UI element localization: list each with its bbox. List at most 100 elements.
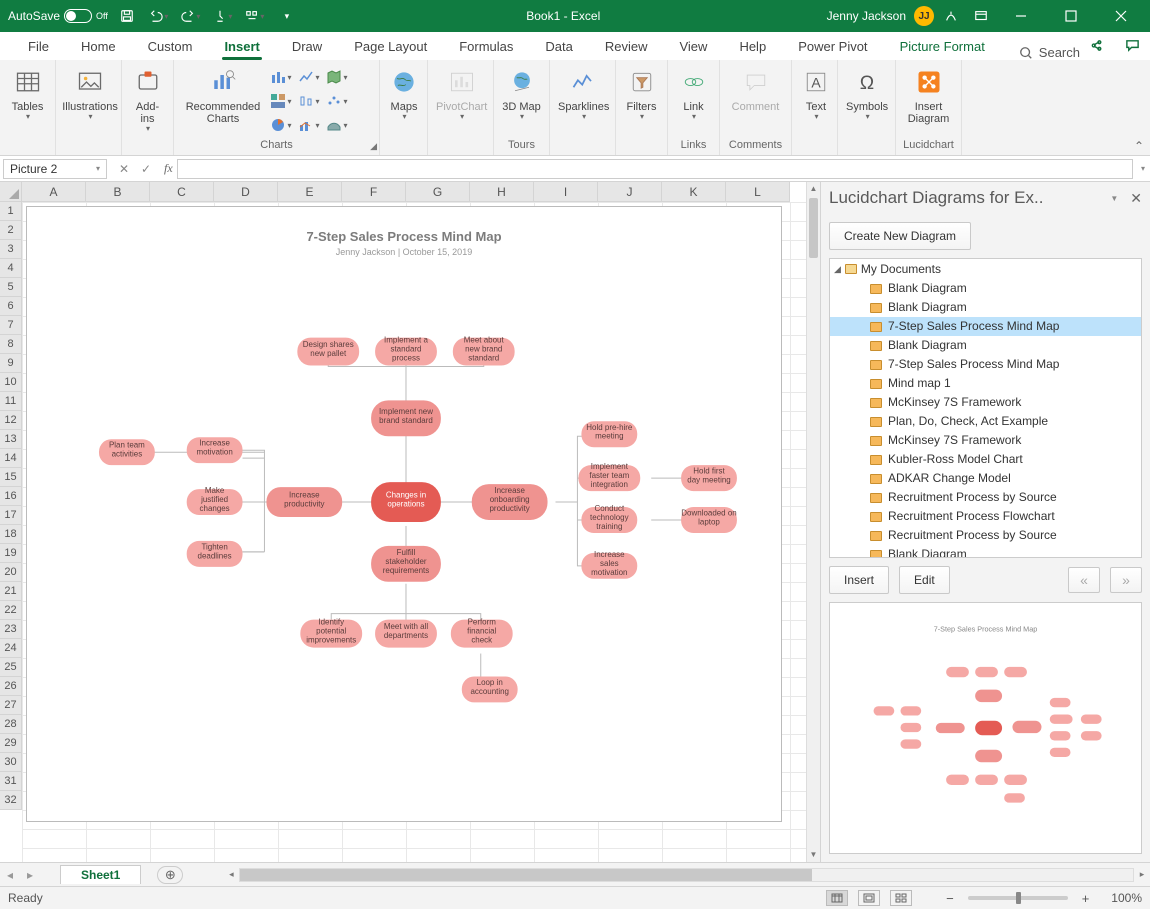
- tree-item[interactable]: Plan, Do, Check, Act Example: [830, 412, 1141, 431]
- row-header[interactable]: 1: [0, 202, 22, 221]
- pager-prev-button[interactable]: «: [1068, 567, 1100, 593]
- row-header[interactable]: 12: [0, 411, 22, 430]
- column-header[interactable]: K: [662, 182, 726, 202]
- tab-view[interactable]: View: [663, 35, 723, 60]
- row-header[interactable]: 27: [0, 696, 22, 715]
- 3dmap-button[interactable]: 3D Map▾: [500, 62, 543, 126]
- chart-stat-icon[interactable]: ▾: [296, 90, 322, 112]
- column-header[interactable]: L: [726, 182, 790, 202]
- search-box[interactable]: Search: [1019, 45, 1080, 60]
- coming-soon-icon[interactable]: [938, 3, 964, 29]
- tree-item[interactable]: 7-Step Sales Process Mind Map: [830, 355, 1141, 374]
- row-header[interactable]: 29: [0, 734, 22, 753]
- pager-next-button[interactable]: »: [1110, 567, 1142, 593]
- tree-item[interactable]: Kubler-Ross Model Chart: [830, 450, 1141, 469]
- tab-formulas[interactable]: Formulas: [443, 35, 529, 60]
- tab-help[interactable]: Help: [723, 35, 782, 60]
- maps-button[interactable]: Maps▾: [386, 62, 422, 126]
- pane-menu-icon[interactable]: ▼: [1110, 194, 1118, 203]
- symbols-button[interactable]: ΩSymbols▾: [844, 62, 890, 126]
- pivotchart-button[interactable]: PivotChart▾: [434, 62, 489, 126]
- row-header[interactable]: 20: [0, 563, 22, 582]
- zoom-in-button[interactable]: +: [1078, 891, 1094, 906]
- tree-item[interactable]: ADKAR Change Model: [830, 469, 1141, 488]
- tab-pictureformat[interactable]: Picture Format: [884, 35, 1001, 60]
- ribbon-collapse-icon[interactable]: ⌃: [1134, 139, 1144, 153]
- row-header[interactable]: 24: [0, 639, 22, 658]
- row-header[interactable]: 5: [0, 278, 22, 297]
- hscroll-right-icon[interactable]: ▸: [1134, 869, 1150, 880]
- document-tree[interactable]: ◢My Documents Blank DiagramBlank Diagram…: [829, 258, 1142, 558]
- comments-button[interactable]: [1115, 34, 1150, 60]
- addins-button[interactable]: Add-ins▾: [128, 62, 167, 138]
- lucid-insertdiagram-button[interactable]: Insert Diagram: [902, 62, 955, 129]
- row-header[interactable]: 11: [0, 392, 22, 411]
- formula-expand-icon[interactable]: ▾: [1136, 164, 1150, 173]
- view-pagebreak-icon[interactable]: [890, 890, 912, 906]
- tree-item[interactable]: 7-Step Sales Process Mind Map: [830, 317, 1141, 336]
- tab-review[interactable]: Review: [589, 35, 664, 60]
- maximize-button[interactable]: [1048, 0, 1094, 32]
- chart-scatter-icon[interactable]: ▾: [324, 90, 350, 112]
- view-pagelayout-icon[interactable]: [858, 890, 880, 906]
- column-header[interactable]: F: [342, 182, 406, 202]
- row-header[interactable]: 15: [0, 468, 22, 487]
- row-header[interactable]: 3: [0, 240, 22, 259]
- share-button[interactable]: [1080, 34, 1115, 60]
- ribbon-display-icon[interactable]: [968, 3, 994, 29]
- row-header[interactable]: 26: [0, 677, 22, 696]
- row-header[interactable]: 2: [0, 221, 22, 240]
- formula-input[interactable]: [177, 159, 1133, 179]
- text-button[interactable]: AText▾: [798, 62, 834, 126]
- chart-col2d-icon[interactable]: ▾: [268, 66, 294, 88]
- pane-close-icon[interactable]: ✕: [1130, 190, 1142, 207]
- tree-item[interactable]: Mind map 1: [830, 374, 1141, 393]
- row-header[interactable]: 4: [0, 259, 22, 278]
- fx-icon[interactable]: fx: [160, 161, 177, 176]
- column-header[interactable]: D: [214, 182, 278, 202]
- column-header[interactable]: J: [598, 182, 662, 202]
- hscroll-left-icon[interactable]: ◂: [223, 869, 239, 880]
- chart-hier-icon[interactable]: ▾: [268, 90, 294, 112]
- comment-button[interactable]: Comment: [726, 62, 785, 117]
- tree-item[interactable]: Recruitment Process by Source: [830, 488, 1141, 507]
- column-header[interactable]: I: [534, 182, 598, 202]
- illustrations-button[interactable]: Illustrations▾: [62, 62, 118, 126]
- recommended-charts-button[interactable]: Recommended Charts: [180, 62, 266, 129]
- tree-item[interactable]: Blank Diagram: [830, 298, 1141, 317]
- undo-icon[interactable]: ▾: [146, 3, 172, 29]
- tab-powerpivot[interactable]: Power Pivot: [782, 35, 883, 60]
- row-header[interactable]: 22: [0, 601, 22, 620]
- save-icon[interactable]: [114, 3, 140, 29]
- link-button[interactable]: Link▾: [674, 62, 713, 126]
- row-header[interactable]: 32: [0, 791, 22, 810]
- row-header[interactable]: 28: [0, 715, 22, 734]
- row-header[interactable]: 10: [0, 373, 22, 392]
- embedded-diagram[interactable]: 7-Step Sales Process Mind Map Jenny Jack…: [26, 206, 782, 822]
- filters-button[interactable]: Filters▾: [622, 62, 661, 126]
- chart-line-icon[interactable]: ▾: [296, 66, 322, 88]
- minimize-button[interactable]: [998, 0, 1044, 32]
- horizontal-scrollbar[interactable]: [239, 868, 1134, 882]
- tables-button[interactable]: Tables▾: [6, 62, 49, 126]
- row-header[interactable]: 23: [0, 620, 22, 639]
- tree-root[interactable]: ◢My Documents: [830, 259, 1141, 279]
- tab-pagelayout[interactable]: Page Layout: [338, 35, 443, 60]
- fb-confirm-icon[interactable]: ✓: [136, 162, 156, 176]
- tree-item[interactable]: Blank Diagram: [830, 545, 1141, 558]
- row-header[interactable]: 25: [0, 658, 22, 677]
- vertical-scrollbar[interactable]: ▲ ▼: [806, 182, 820, 862]
- charts-launcher-icon[interactable]: ◢: [370, 141, 377, 152]
- select-all-cell[interactable]: [0, 182, 22, 202]
- tree-item[interactable]: Blank Diagram: [830, 279, 1141, 298]
- column-header[interactable]: G: [406, 182, 470, 202]
- quick-access-icon[interactable]: ▾: [242, 3, 268, 29]
- row-header[interactable]: 21: [0, 582, 22, 601]
- autosave-toggle[interactable]: AutoSave Off: [8, 9, 108, 23]
- insert-button[interactable]: Insert: [829, 566, 889, 594]
- tab-draw[interactable]: Draw: [276, 35, 338, 60]
- row-header[interactable]: 16: [0, 487, 22, 506]
- zoom-level[interactable]: 100%: [1111, 891, 1142, 905]
- touch-mode-icon[interactable]: ▾: [210, 3, 236, 29]
- qat-customize-icon[interactable]: ▾: [274, 3, 300, 29]
